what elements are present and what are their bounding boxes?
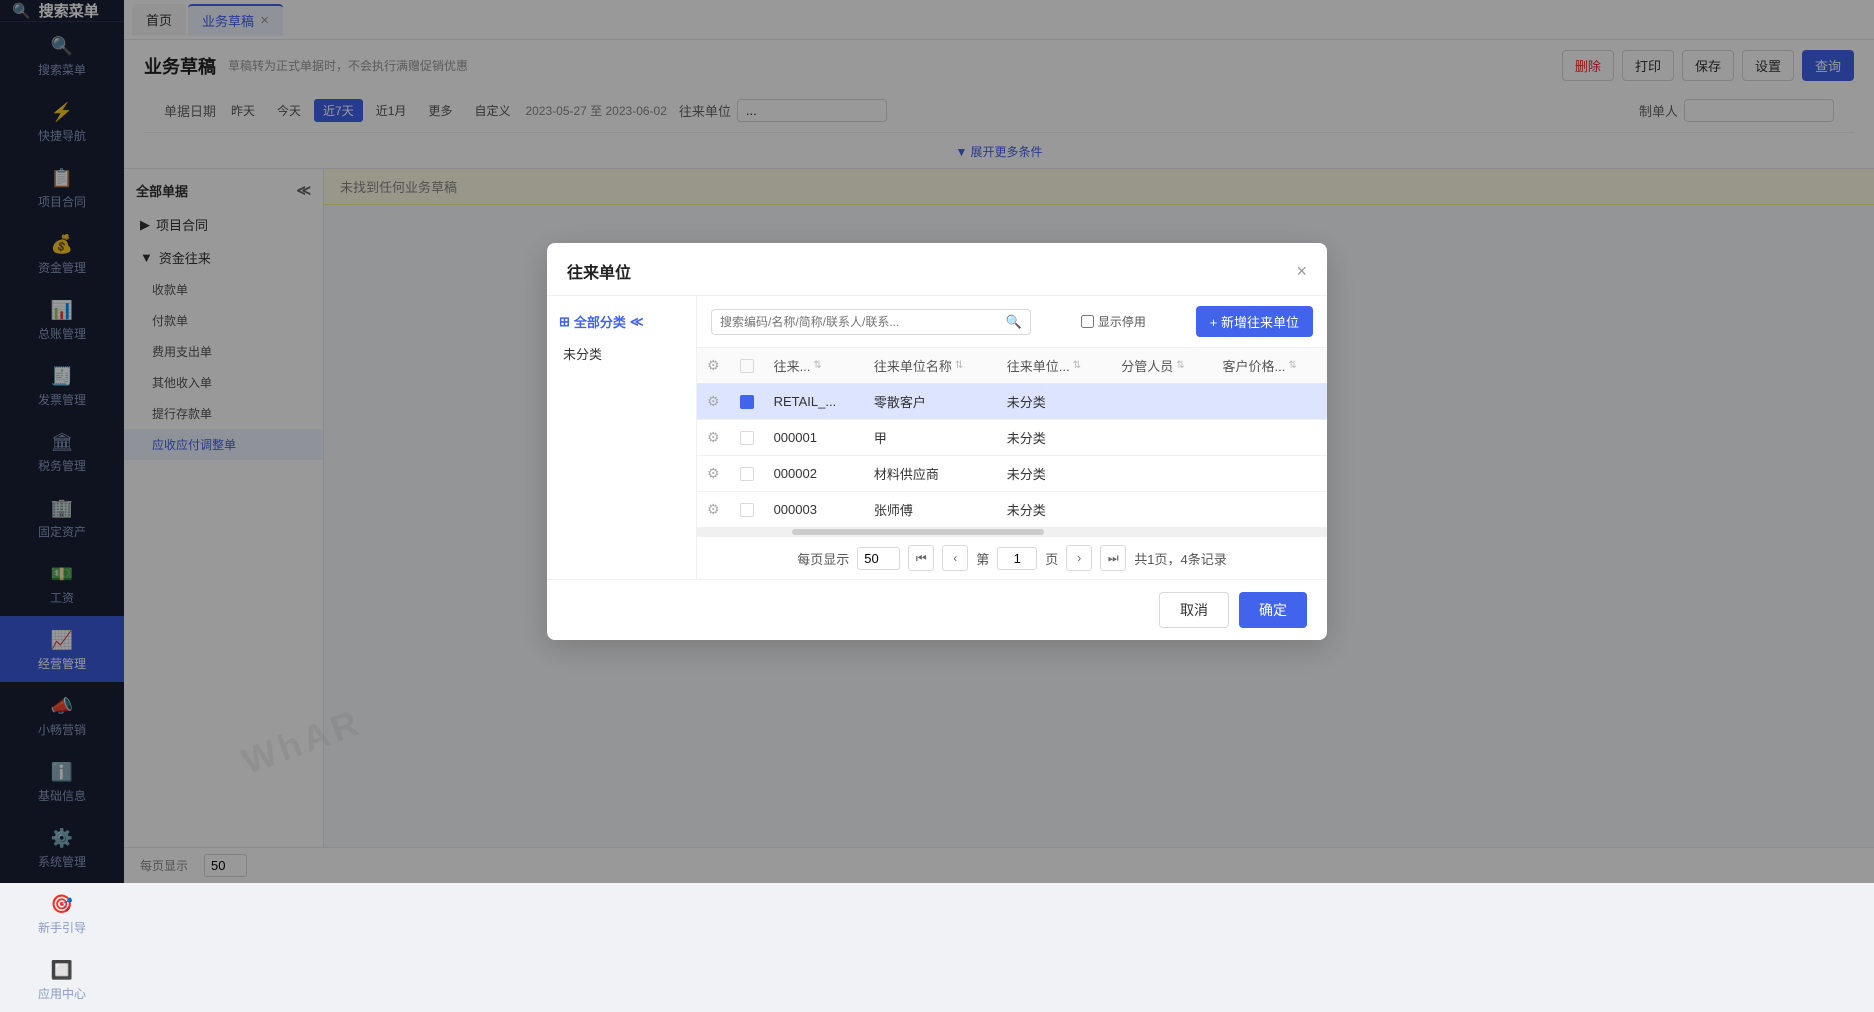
row-name: 零散客户: [864, 384, 997, 420]
col-price-header: 客户价格...⇅: [1213, 348, 1327, 384]
prev-page-button[interactable]: ‹: [942, 545, 968, 571]
row-check[interactable]: [740, 395, 754, 409]
page-unit: 页: [1045, 549, 1058, 568]
first-page-button[interactable]: ⏮: [908, 545, 934, 571]
row-code: 000002: [764, 456, 864, 492]
table-row[interactable]: ⚙ 000003 张师傅 未分类: [697, 492, 1327, 528]
modal-sidebar-uncategorized[interactable]: 未分类: [547, 337, 696, 370]
total-info: 共1页，4条记录: [1134, 549, 1226, 568]
row-price: [1213, 456, 1327, 492]
row-category: 未分类: [997, 420, 1111, 456]
confirm-button[interactable]: 确定: [1239, 592, 1307, 628]
sidebar-label-newguide: 新手引导: [38, 919, 86, 936]
row-gear-icon: ⚙: [707, 429, 720, 445]
row-gear-icon: ⚙: [707, 501, 720, 517]
row-checkbox[interactable]: [730, 384, 764, 420]
row-name: 张师傅: [864, 492, 997, 528]
col-code-header: 往来...⇅: [764, 348, 864, 384]
row-settings: ⚙: [697, 420, 730, 456]
newguide-icon: 🎯: [51, 894, 73, 915]
modal-page-size-select[interactable]: 50: [857, 547, 900, 570]
row-check[interactable]: [740, 467, 754, 481]
modal-toolbar: 🔍 显示停用 + 新增往来单位: [697, 296, 1327, 348]
row-code: RETAIL_...: [764, 384, 864, 420]
sort-icon3: ⇅: [1073, 360, 1081, 371]
row-settings: ⚙: [697, 456, 730, 492]
search-input[interactable]: [720, 315, 1006, 329]
show-disabled-label: 显示停用: [1098, 313, 1146, 330]
row-name: 甲: [864, 420, 997, 456]
modal-sidebar: ⊞ 全部分类 ≪ 未分类: [547, 296, 697, 579]
show-disabled-checkbox[interactable]: [1081, 315, 1094, 328]
show-disabled-group[interactable]: 显示停用: [1081, 313, 1146, 330]
appcenter-icon: 🔲: [51, 960, 73, 981]
sort-icon: ⇅: [813, 360, 821, 371]
page-size-text: 每页显示: [797, 549, 849, 568]
sidebar-label-appcenter: 应用中心: [38, 985, 86, 1002]
row-checkbox[interactable]: [730, 456, 764, 492]
row-price: [1213, 420, 1327, 456]
row-check[interactable]: [740, 503, 754, 517]
partner-modal: 往来单位 × ⊞ 全部分类 ≪ 未分类: [547, 243, 1327, 640]
row-checkbox[interactable]: [730, 492, 764, 528]
col-category-header: 往来单位...⇅: [997, 348, 1111, 384]
add-partner-button[interactable]: + 新增往来单位: [1196, 306, 1313, 337]
row-price: [1213, 384, 1327, 420]
sort-icon4: ⇅: [1176, 360, 1184, 371]
modal-sidebar-all[interactable]: ⊞ 全部分类 ≪: [547, 306, 696, 337]
row-code: 000003: [764, 492, 864, 528]
table-row[interactable]: ⚙ 000002 材料供应商 未分类: [697, 456, 1327, 492]
modal-body: ⊞ 全部分类 ≪ 未分类 🔍 显示停用: [547, 296, 1327, 579]
row-category: 未分类: [997, 492, 1111, 528]
modal-footer: 取消 确定: [547, 579, 1327, 640]
col-manager-header: 分管人员⇅: [1111, 348, 1212, 384]
row-gear-icon: ⚙: [707, 465, 720, 481]
search-icon: 🔍: [1006, 314, 1022, 330]
modal-title: 往来单位: [567, 259, 631, 283]
row-manager: [1111, 384, 1212, 420]
page-label: 第: [976, 549, 989, 568]
modal-sidebar-all-label: 全部分类: [574, 312, 626, 331]
row-price: [1213, 492, 1327, 528]
settings-icon[interactable]: ⚙: [707, 357, 720, 373]
grid-icon: ⊞: [559, 314, 570, 330]
uncategorized-label: 未分类: [563, 347, 602, 362]
next-page-button[interactable]: ›: [1066, 545, 1092, 571]
row-category: 未分类: [997, 456, 1111, 492]
table-row[interactable]: ⚙ 000001 甲 未分类: [697, 420, 1327, 456]
row-code: 000001: [764, 420, 864, 456]
row-settings: ⚙: [697, 492, 730, 528]
sidebar-item-appcenter[interactable]: 🔲 应用中心: [0, 946, 124, 1012]
last-page-button[interactable]: ⏭: [1100, 545, 1126, 571]
row-gear-icon: ⚙: [707, 393, 720, 409]
col-name-header: 往来单位名称⇅: [864, 348, 997, 384]
modal-overlay[interactable]: 往来单位 × ⊞ 全部分类 ≪ 未分类: [0, 0, 1874, 883]
row-settings: ⚙: [697, 384, 730, 420]
sort-icon5: ⇅: [1288, 360, 1296, 371]
modal-close-button[interactable]: ×: [1296, 261, 1307, 282]
modal-pagination: 每页显示 50 ⏮ ‹ 第 页 › ⏭ 共1页，4条记录: [697, 536, 1327, 579]
modal-sidebar-collapse-icon: ≪: [630, 314, 644, 330]
row-manager: [1111, 492, 1212, 528]
sort-icon2: ⇅: [955, 360, 963, 371]
table-row[interactable]: ⚙ RETAIL_... 零散客户 未分类: [697, 384, 1327, 420]
row-manager: [1111, 456, 1212, 492]
modal-table: ⚙ 往来...⇅ 往来单位名称⇅ 往来单位...⇅ 分管人员⇅ 客户价格...⇅…: [697, 348, 1327, 528]
row-manager: [1111, 420, 1212, 456]
row-category: 未分类: [997, 384, 1111, 420]
select-all-checkbox[interactable]: [740, 359, 754, 373]
row-checkbox[interactable]: [730, 420, 764, 456]
modal-main: 🔍 显示停用 + 新增往来单位 ⚙: [697, 296, 1327, 579]
modal-header: 往来单位 ×: [547, 243, 1327, 296]
row-name: 材料供应商: [864, 456, 997, 492]
sidebar-item-newguide[interactable]: 🎯 新手引导: [0, 880, 124, 946]
page-input[interactable]: [997, 547, 1037, 570]
row-check[interactable]: [740, 431, 754, 445]
cancel-button[interactable]: 取消: [1159, 592, 1229, 628]
search-box[interactable]: 🔍: [711, 309, 1031, 335]
